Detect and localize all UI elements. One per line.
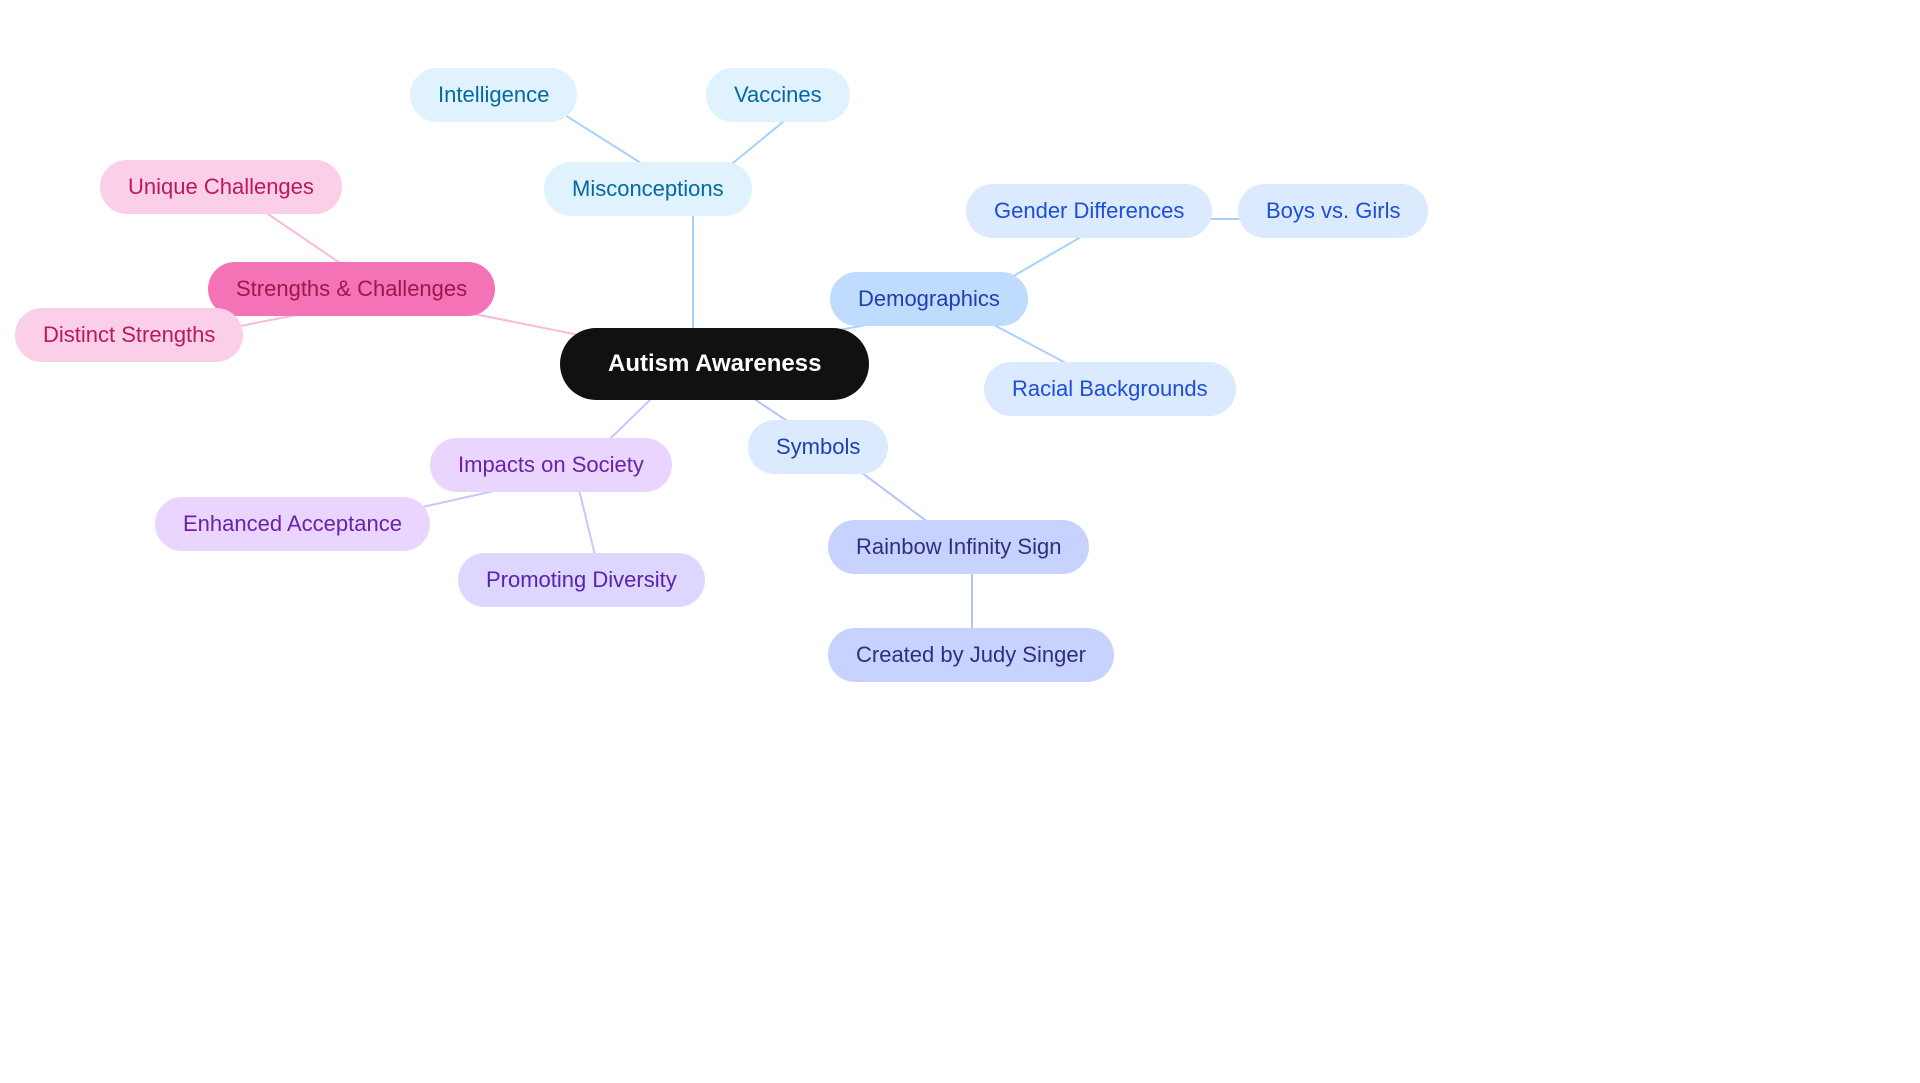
node-judy-singer: Created by Judy Singer bbox=[828, 628, 1114, 682]
node-boys-girls: Boys vs. Girls bbox=[1238, 184, 1428, 238]
node-demographics: Demographics bbox=[830, 272, 1028, 326]
node-misconceptions: Misconceptions bbox=[544, 162, 752, 216]
node-symbols: Symbols bbox=[748, 420, 888, 474]
node-enhanced-acceptance: Enhanced Acceptance bbox=[155, 497, 430, 551]
node-racial-backgrounds: Racial Backgrounds bbox=[984, 362, 1236, 416]
node-unique-challenges: Unique Challenges bbox=[100, 160, 342, 214]
node-intelligence: Intelligence bbox=[410, 68, 577, 122]
center-node: Autism Awareness bbox=[560, 328, 869, 400]
node-impacts-society: Impacts on Society bbox=[430, 438, 672, 492]
node-gender-differences: Gender Differences bbox=[966, 184, 1212, 238]
node-promoting-diversity: Promoting Diversity bbox=[458, 553, 705, 607]
node-strengths-challenges: Strengths & Challenges bbox=[208, 262, 495, 316]
node-distinct-strengths: Distinct Strengths bbox=[15, 308, 243, 362]
node-vaccines: Vaccines bbox=[706, 68, 850, 122]
node-rainbow-infinity: Rainbow Infinity Sign bbox=[828, 520, 1089, 574]
